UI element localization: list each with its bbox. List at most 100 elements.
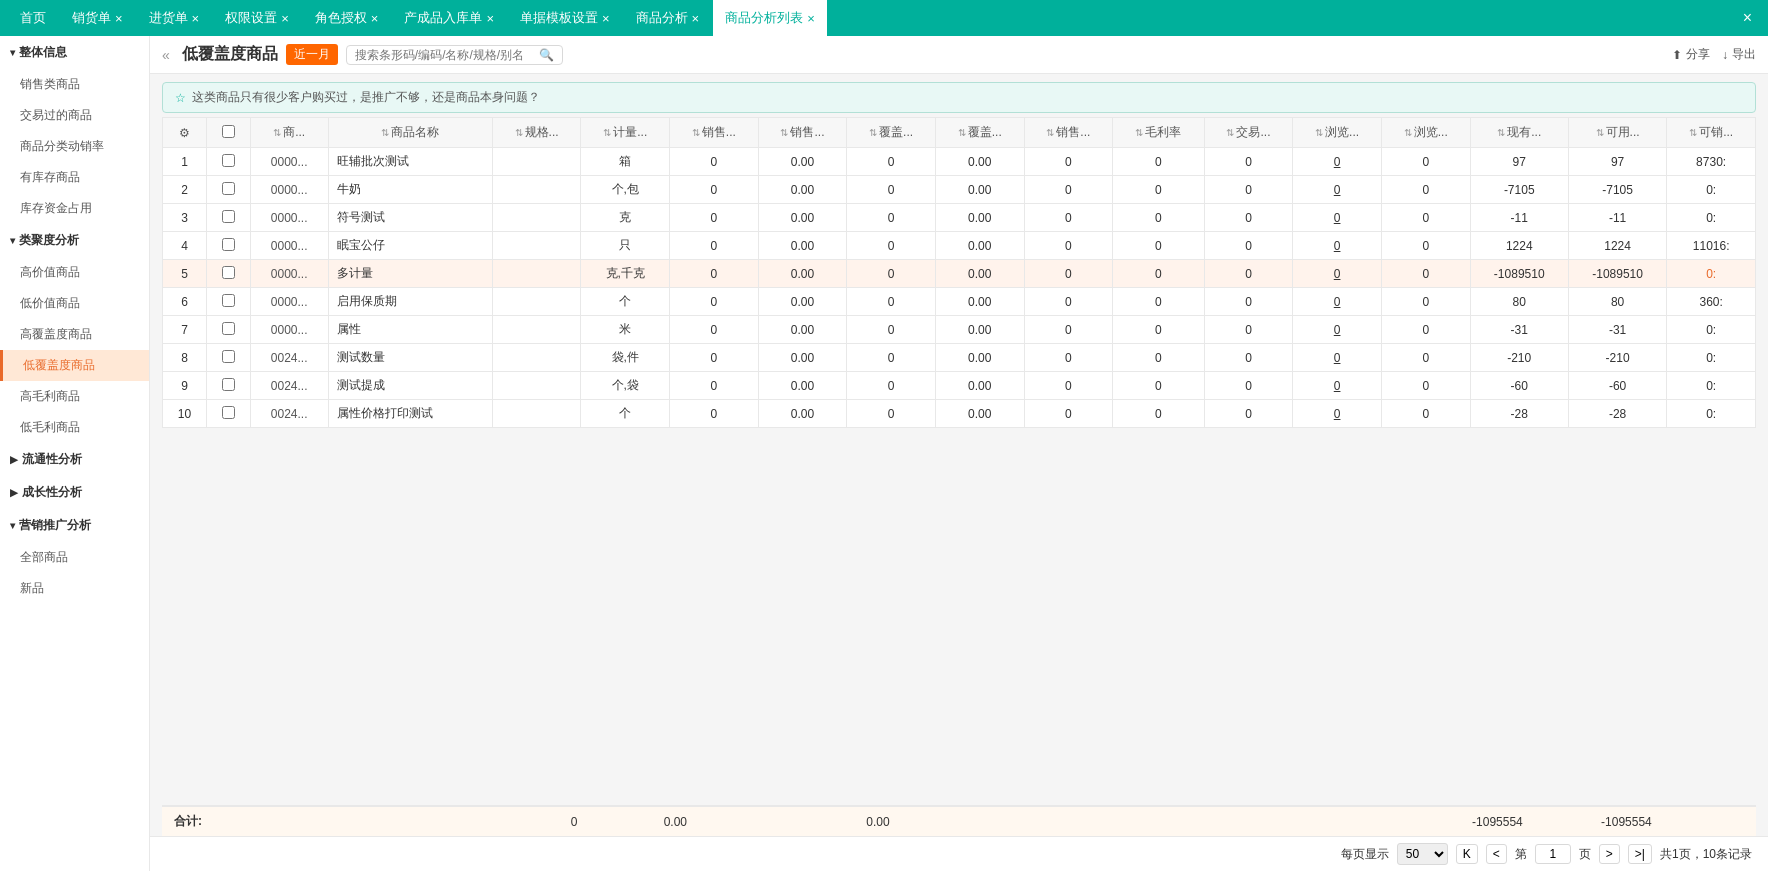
sidebar-item-low-value[interactable]: 低价值商品 — [0, 288, 149, 319]
row-current: 1224 — [1470, 232, 1568, 260]
th-current[interactable]: 现有... — [1470, 118, 1568, 148]
sidebar-item-all-goods[interactable]: 全部商品 — [0, 542, 149, 573]
sidebar-item-traded-goods[interactable]: 交易过的商品 — [0, 100, 149, 131]
sidebar-section-growth[interactable]: ▶ 成长性分析 — [0, 476, 149, 509]
nav-purchase-order[interactable]: 进货单 × — [137, 0, 212, 36]
sidebar-item-category-turnover[interactable]: 商品分类动销率 — [0, 131, 149, 162]
row-view1[interactable]: 0 — [1293, 148, 1382, 176]
th-name[interactable]: 商品名称 — [328, 118, 492, 148]
sidebar-item-stock-capital[interactable]: 库存资金占用 — [0, 193, 149, 224]
th-spec[interactable]: 规格... — [492, 118, 581, 148]
row-spec — [492, 372, 581, 400]
export-button[interactable]: ↓ 导出 — [1722, 46, 1756, 63]
share-button[interactable]: ⬆ 分享 — [1672, 46, 1710, 63]
select-all-checkbox[interactable] — [222, 125, 235, 138]
row-view1[interactable]: 0 — [1293, 260, 1382, 288]
chevron-right-icon: ▶ — [10, 487, 18, 498]
row-checkbox[interactable] — [207, 372, 251, 400]
nav-role-auth[interactable]: 角色授权 × — [303, 0, 391, 36]
sidebar-item-new-goods[interactable]: 新品 — [0, 573, 149, 604]
sidebar-section-marketing[interactable]: ▾ 营销推广分析 — [0, 509, 149, 542]
nav-goods-analysis-list[interactable]: 商品分析列表 × — [713, 0, 827, 36]
row-cover2: 0.00 — [935, 232, 1024, 260]
per-page-select[interactable]: 50 10 20 100 — [1397, 843, 1448, 865]
page-input[interactable] — [1535, 844, 1571, 864]
th-available[interactable]: 可用... — [1568, 118, 1666, 148]
total-sale-amt: 0.00 — [620, 815, 731, 829]
close-all-tabs[interactable]: × — [1735, 9, 1760, 27]
row-view1[interactable]: 0 — [1293, 288, 1382, 316]
row-code: 0000... — [250, 148, 328, 176]
sidebar-item-stocked-goods[interactable]: 有库存商品 — [0, 162, 149, 193]
sidebar-collapse-button[interactable]: « — [162, 47, 170, 63]
row-select-checkbox[interactable] — [222, 154, 235, 167]
row-checkbox[interactable] — [207, 204, 251, 232]
row-view1[interactable]: 0 — [1293, 232, 1382, 260]
row-unit: 克,千克 — [581, 260, 670, 288]
row-select-checkbox[interactable] — [222, 210, 235, 223]
row-select-checkbox[interactable] — [222, 266, 235, 279]
th-settings[interactable]: ⚙ — [163, 118, 207, 148]
nav-goods-analysis[interactable]: 商品分析 × — [624, 0, 712, 36]
nav-sales-order[interactable]: 销货单 × — [60, 0, 135, 36]
row-select-checkbox[interactable] — [222, 406, 235, 419]
th-unit[interactable]: 计量... — [581, 118, 670, 148]
row-num: 10 — [163, 400, 207, 428]
nav-permission-settings[interactable]: 权限设置 × — [213, 0, 301, 36]
prev-page-button[interactable]: < — [1486, 844, 1507, 864]
sidebar-item-low-coverage[interactable]: 低覆盖度商品 — [0, 350, 149, 381]
sidebar-item-high-coverage[interactable]: 高覆盖度商品 — [0, 319, 149, 350]
th-view2[interactable]: 浏览... — [1381, 118, 1470, 148]
th-cover2[interactable]: 覆盖... — [935, 118, 1024, 148]
row-checkbox[interactable] — [207, 148, 251, 176]
row-select-checkbox[interactable] — [222, 294, 235, 307]
next-page-button[interactable]: > — [1599, 844, 1620, 864]
search-icon[interactable]: 🔍 — [539, 48, 554, 62]
th-gross-rate[interactable]: 毛利率 — [1113, 118, 1205, 148]
nav-home[interactable]: 首页 — [8, 0, 58, 36]
row-checkbox[interactable] — [207, 232, 251, 260]
row-view1[interactable]: 0 — [1293, 176, 1382, 204]
nav-finished-goods[interactable]: 产成品入库单 × — [392, 0, 506, 36]
sidebar-item-high-margin[interactable]: 高毛利商品 — [0, 381, 149, 412]
row-select-checkbox[interactable] — [222, 182, 235, 195]
th-sale-amt[interactable]: 销售... — [758, 118, 847, 148]
sidebar-section-cluster[interactable]: ▾ 类聚度分析 — [0, 224, 149, 257]
row-name: 启用保质期 — [328, 288, 492, 316]
row-view1[interactable]: 0 — [1293, 400, 1382, 428]
th-trade[interactable]: 交易... — [1204, 118, 1293, 148]
th-sale-qty2[interactable]: 销售... — [1024, 118, 1113, 148]
th-cover1[interactable]: 覆盖... — [847, 118, 936, 148]
row-checkbox[interactable] — [207, 288, 251, 316]
sidebar-section-overview[interactable]: ▾ 整体信息 — [0, 36, 149, 69]
row-select-checkbox[interactable] — [222, 238, 235, 251]
row-checkbox[interactable] — [207, 260, 251, 288]
th-view1[interactable]: 浏览... — [1293, 118, 1382, 148]
row-view1[interactable]: 0 — [1293, 344, 1382, 372]
sidebar-item-sales-goods[interactable]: 销售类商品 — [0, 69, 149, 100]
th-saleable[interactable]: 可销... — [1667, 118, 1756, 148]
th-sale-qty[interactable]: 销售... — [670, 118, 759, 148]
th-code[interactable]: 商... — [250, 118, 328, 148]
row-checkbox[interactable] — [207, 316, 251, 344]
first-page-button[interactable]: K — [1456, 844, 1478, 864]
row-view1[interactable]: 0 — [1293, 316, 1382, 344]
time-filter-button[interactable]: 近一月 — [286, 44, 338, 65]
row-checkbox[interactable] — [207, 344, 251, 372]
row-view1[interactable]: 0 — [1293, 372, 1382, 400]
search-input[interactable] — [355, 48, 535, 62]
row-checkbox[interactable] — [207, 176, 251, 204]
row-sale-qty: 0 — [670, 344, 759, 372]
sidebar-item-high-value[interactable]: 高价值商品 — [0, 257, 149, 288]
row-select-checkbox[interactable] — [222, 350, 235, 363]
row-saleable: 0: — [1667, 204, 1756, 232]
sidebar-item-low-margin[interactable]: 低毛利商品 — [0, 412, 149, 443]
row-select-checkbox[interactable] — [222, 322, 235, 335]
last-page-button[interactable]: >| — [1628, 844, 1652, 864]
row-view1[interactable]: 0 — [1293, 204, 1382, 232]
row-select-checkbox[interactable] — [222, 378, 235, 391]
sidebar-section-liquidity[interactable]: ▶ 流通性分析 — [0, 443, 149, 476]
nav-template-settings[interactable]: 单据模板设置 × — [508, 0, 622, 36]
row-cover1: 0 — [847, 204, 936, 232]
row-checkbox[interactable] — [207, 400, 251, 428]
